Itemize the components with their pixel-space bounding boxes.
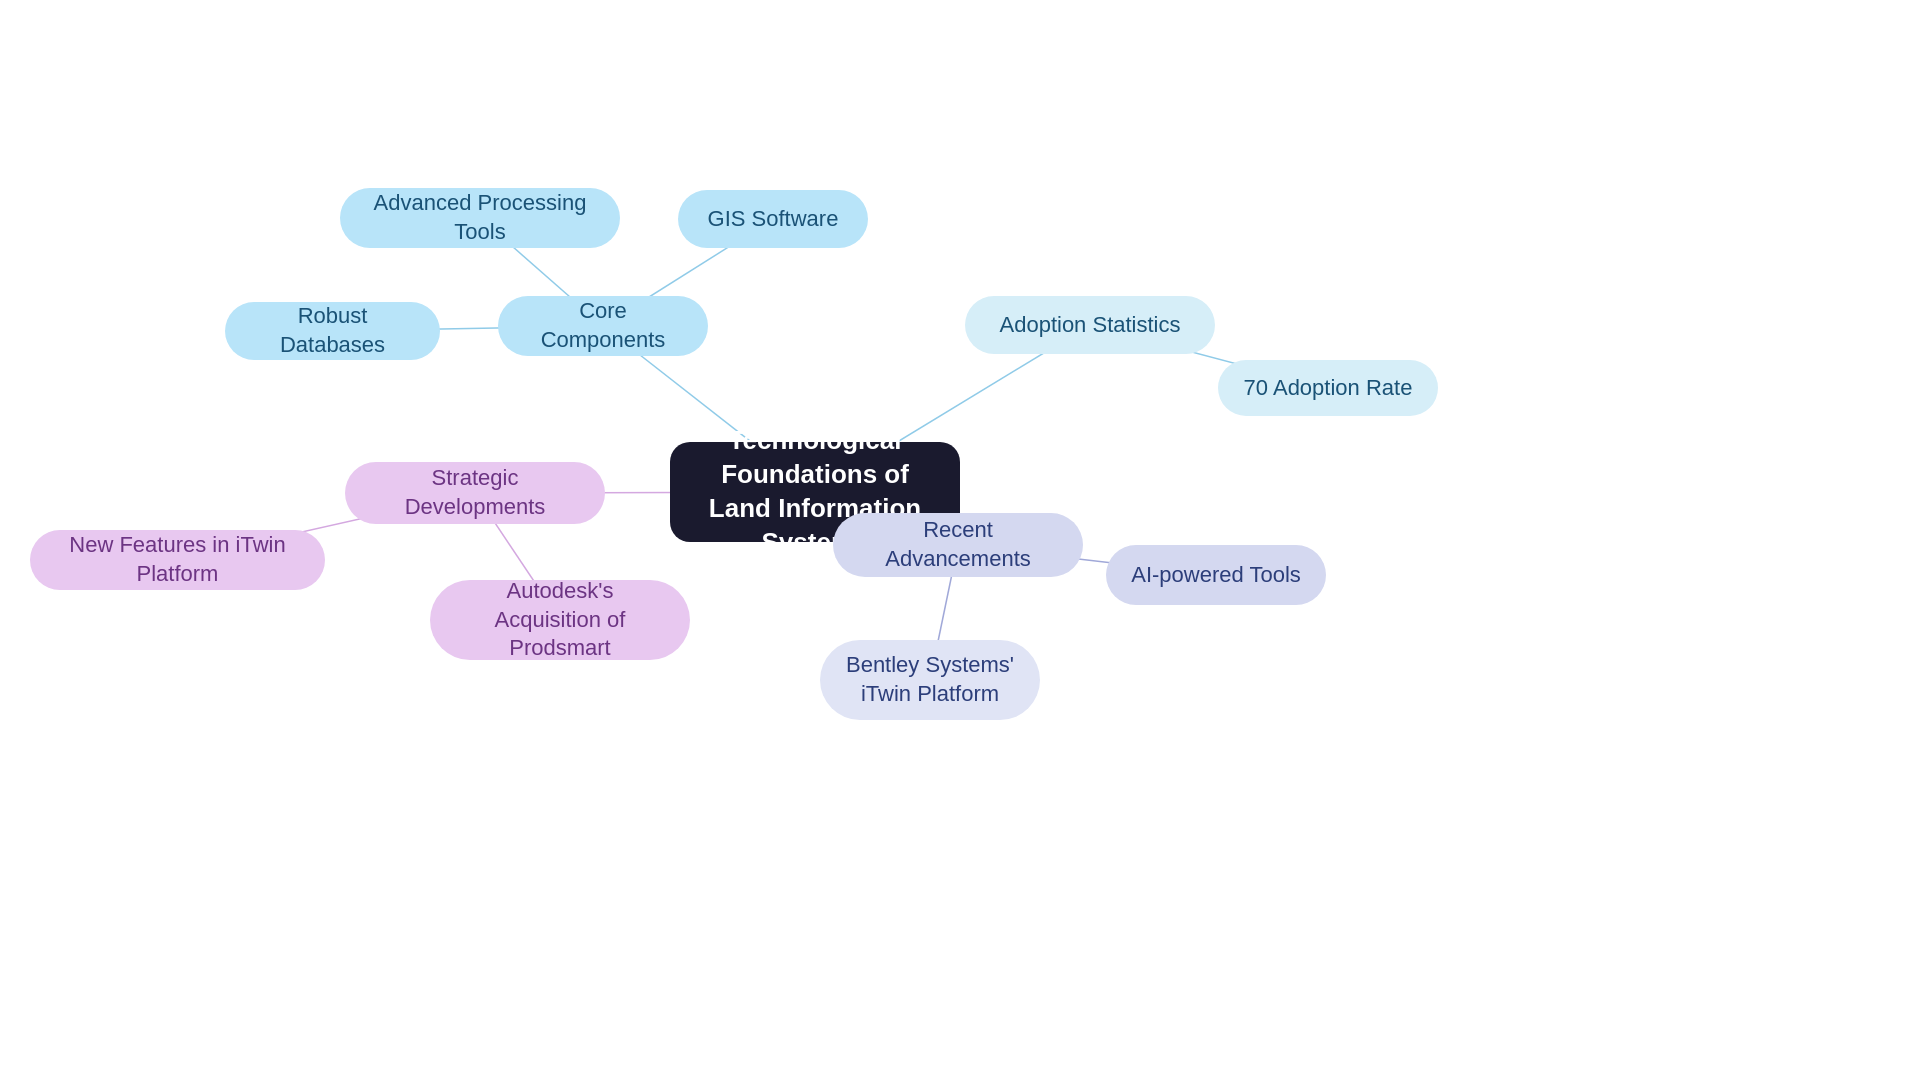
svg-line-8 (475, 493, 560, 620)
svg-line-3 (332, 326, 603, 331)
svg-line-11 (930, 545, 958, 680)
svg-line-7 (178, 493, 475, 560)
svg-line-4 (815, 325, 1090, 492)
svg-line-9 (815, 492, 958, 545)
svg-line-2 (603, 219, 773, 326)
svg-line-10 (958, 545, 1216, 575)
svg-line-6 (475, 492, 815, 493)
svg-line-5 (1090, 325, 1328, 388)
svg-line-1 (480, 218, 603, 326)
svg-line-0 (603, 326, 815, 492)
